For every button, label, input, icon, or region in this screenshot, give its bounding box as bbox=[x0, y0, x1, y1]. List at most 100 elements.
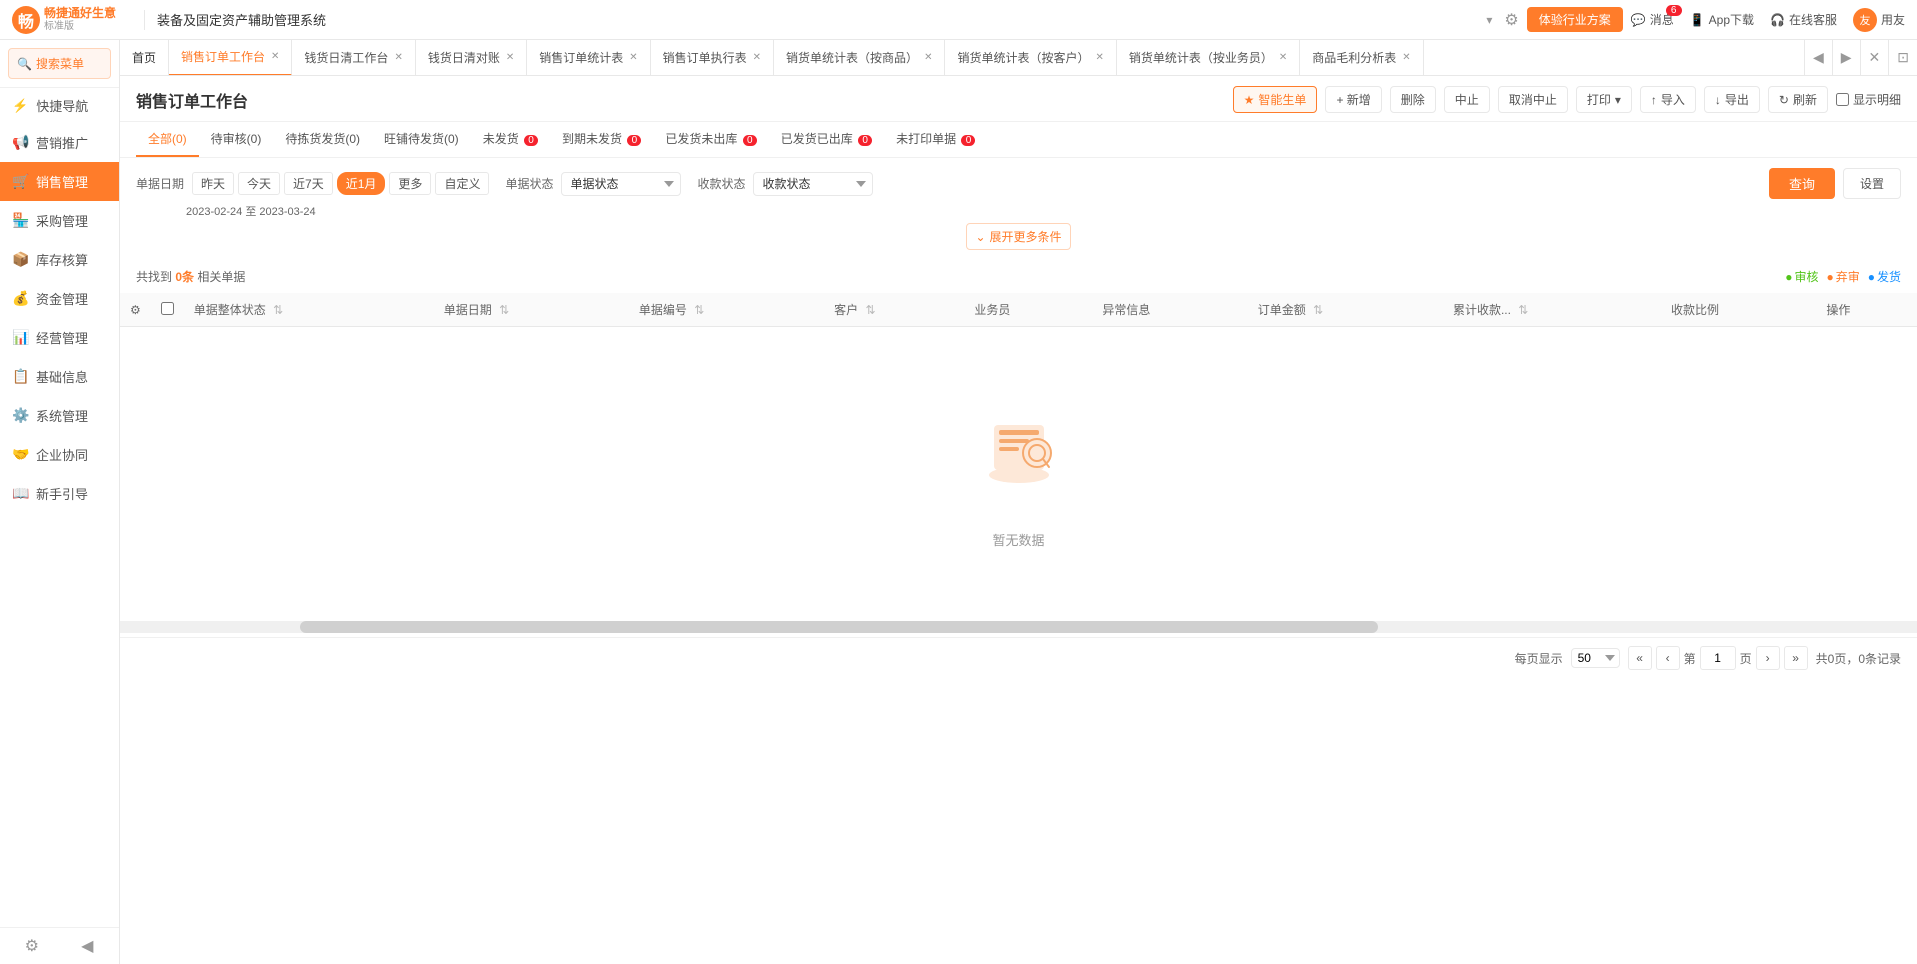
expand-filter-button[interactable]: ⌄ 展开更多条件 bbox=[966, 223, 1070, 250]
tab-product-margin[interactable]: 商品毛利分析表 ✕ bbox=[1300, 40, 1423, 76]
online-support-btn[interactable]: 🎧 在线客服 bbox=[1770, 11, 1837, 28]
tab-sales-stats-close[interactable]: ✕ bbox=[629, 52, 637, 63]
user-btn[interactable]: 友 用友 bbox=[1853, 8, 1905, 32]
tab-sales-stats[interactable]: 销售订单统计表 ✕ bbox=[527, 40, 650, 76]
tab-summary-staff-close[interactable]: ✕ bbox=[1279, 52, 1287, 63]
scrollbar-thumb[interactable] bbox=[300, 621, 1378, 633]
sidebar-item-guide[interactable]: 📖 新手引导 bbox=[0, 474, 119, 513]
sort-amount-icon[interactable]: ⇅ bbox=[1313, 303, 1323, 317]
sidebar-item-marketing[interactable]: 📢 营销推广 bbox=[0, 123, 119, 162]
settings-button[interactable]: 设置 bbox=[1843, 168, 1901, 199]
not-shipped-badge: 0 bbox=[524, 135, 538, 146]
app-download-btn[interactable]: 📱 App下载 bbox=[1690, 11, 1754, 28]
quick-ship-btn[interactable]: ● 发货 bbox=[1868, 268, 1901, 285]
col-settings-icon[interactable]: ⚙ bbox=[130, 303, 141, 317]
sort-status-icon[interactable]: ⇅ bbox=[273, 303, 283, 317]
date-shortcut-7days[interactable]: 近7天 bbox=[284, 172, 333, 195]
tab-cash-reconcile[interactable]: 钱货日清对账 ✕ bbox=[416, 40, 527, 76]
sort-number-icon[interactable]: ⇅ bbox=[694, 303, 704, 317]
page-next-btn[interactable]: › bbox=[1756, 646, 1780, 670]
industry-solution-button[interactable]: 体验行业方案 bbox=[1527, 7, 1623, 32]
sub-tab-all[interactable]: 全部(0) bbox=[136, 122, 199, 157]
page-last-btn[interactable]: » bbox=[1784, 646, 1808, 670]
sub-tab-expired[interactable]: 到期未发货 0 bbox=[550, 122, 653, 157]
sidebar-item-sales[interactable]: 🛒 销售管理 bbox=[0, 162, 119, 201]
tab-sales-order-close[interactable]: ✕ bbox=[271, 51, 279, 62]
collapse-sidebar-button[interactable]: ◀ bbox=[64, 936, 112, 956]
record-count: 共找到 0条 相关单据 bbox=[136, 268, 245, 285]
sub-tab-shipped-out[interactable]: 已发货已出库 0 bbox=[769, 122, 884, 157]
sidebar-item-quick-nav[interactable]: ⚡ 快捷导航 bbox=[0, 88, 119, 123]
message-icon-btn[interactable]: 💬 消息 6 bbox=[1631, 11, 1674, 28]
table-quick-actions: ● 审核 ● 弃审 ● 发货 bbox=[1785, 268, 1901, 285]
sort-customer-icon[interactable]: ⇅ bbox=[865, 303, 875, 317]
tab-scroll-left-btn[interactable]: ◀ bbox=[1804, 40, 1832, 76]
tab-summary-staff[interactable]: 销货单统计表（按业务员） ✕ bbox=[1117, 40, 1300, 76]
sub-tab-not-printed[interactable]: 未打印单据 0 bbox=[884, 122, 987, 157]
date-shortcut-more[interactable]: 更多 bbox=[389, 172, 431, 195]
dropdown-arrow-icon[interactable]: ▾ bbox=[1486, 13, 1492, 27]
shipped-not-out-badge: 0 bbox=[743, 135, 757, 146]
tab-cash-daily-close[interactable]: ✕ bbox=[394, 52, 402, 63]
export-button[interactable]: ↓ 导出 bbox=[1704, 86, 1760, 113]
tab-sales-exec[interactable]: 销售订单执行表 ✕ bbox=[651, 40, 774, 76]
sidebar-item-finance[interactable]: 💰 资金管理 bbox=[0, 279, 119, 318]
stop-button[interactable]: 中止 bbox=[1444, 86, 1490, 113]
date-shortcut-custom[interactable]: 自定义 bbox=[435, 172, 489, 195]
sort-date-icon[interactable]: ⇅ bbox=[499, 303, 509, 317]
tab-cash-reconcile-close[interactable]: ✕ bbox=[506, 52, 514, 63]
quick-cancel-btn[interactable]: ● 弃审 bbox=[1826, 268, 1859, 285]
print-button[interactable]: 打印 ▾ bbox=[1576, 86, 1632, 113]
sub-tab-shipped-not-out[interactable]: 已发货未出库 0 bbox=[653, 122, 768, 157]
tab-summary-product[interactable]: 销货单统计表（按商品） ✕ bbox=[774, 40, 945, 76]
tab-cash-daily[interactable]: 钱货日清工作台 ✕ bbox=[292, 40, 415, 76]
tab-summary-customer[interactable]: 销货单统计表（按客户） ✕ bbox=[945, 40, 1116, 76]
date-shortcut-1month[interactable]: 近1月 bbox=[337, 172, 386, 195]
refresh-button[interactable]: ↻ 刷新 bbox=[1768, 86, 1828, 113]
quick-audit-btn[interactable]: ● 审核 bbox=[1785, 268, 1818, 285]
settings-bottom-button[interactable]: ⚙ bbox=[8, 936, 56, 956]
smart-create-button[interactable]: ★ 智能生单 bbox=[1233, 86, 1318, 113]
import-button[interactable]: ↑ 导入 bbox=[1640, 86, 1696, 113]
sub-tab-not-shipped[interactable]: 未发货 0 bbox=[471, 122, 550, 157]
search-menu-button[interactable]: 🔍 搜索菜单 bbox=[8, 48, 111, 79]
tab-sales-order[interactable]: 销售订单工作台 ✕ bbox=[169, 40, 292, 76]
settings-icon[interactable]: ⚙ bbox=[1504, 10, 1518, 30]
date-shortcut-yesterday[interactable]: 昨天 bbox=[192, 172, 234, 195]
select-all-checkbox[interactable] bbox=[161, 302, 174, 315]
sub-tab-pending-receive[interactable]: 待拣货发货(0) bbox=[273, 122, 372, 157]
tab-scroll-right-btn[interactable]: ▶ bbox=[1832, 40, 1860, 76]
show-detail-checkbox[interactable] bbox=[1836, 93, 1849, 106]
page-number-input[interactable] bbox=[1700, 646, 1736, 670]
sub-tab-wangpu[interactable]: 旺铺待发货(0) bbox=[372, 122, 471, 157]
sidebar-item-basic-info[interactable]: 📋 基础信息 bbox=[0, 357, 119, 396]
per-page-select[interactable]: 50 100 bbox=[1571, 648, 1620, 668]
tab-summary-product-close[interactable]: ✕ bbox=[924, 52, 932, 63]
horizontal-scrollbar[interactable] bbox=[120, 621, 1917, 633]
delete-button[interactable]: 删除 bbox=[1390, 86, 1436, 113]
tab-close-all-btn[interactable]: ✕ bbox=[1860, 40, 1889, 76]
page-prev-btn[interactable]: ‹ bbox=[1656, 646, 1680, 670]
page-first-btn[interactable]: « bbox=[1628, 646, 1652, 670]
tab-menu-btn[interactable]: ⊡ bbox=[1888, 40, 1917, 76]
tab-summary-customer-close[interactable]: ✕ bbox=[1095, 52, 1103, 63]
sort-collection-icon[interactable]: ⇅ bbox=[1518, 303, 1528, 317]
sidebar-item-system[interactable]: ⚙️ 系统管理 bbox=[0, 396, 119, 435]
sub-tab-pending-review[interactable]: 待审核(0) bbox=[199, 122, 274, 157]
expand-arrow-icon: ⌄ bbox=[975, 230, 985, 244]
sidebar-item-purchase[interactable]: 🏪 采购管理 bbox=[0, 201, 119, 240]
tab-sales-exec-close[interactable]: ✕ bbox=[753, 52, 761, 63]
query-button[interactable]: 查询 bbox=[1769, 168, 1835, 199]
tab-product-margin-close[interactable]: ✕ bbox=[1402, 52, 1410, 63]
sidebar-item-corp[interactable]: 🤝 企业协同 bbox=[0, 435, 119, 474]
tab-home[interactable]: 首页 bbox=[120, 40, 169, 76]
show-detail-checkbox-label[interactable]: 显示明细 bbox=[1836, 91, 1901, 108]
add-button[interactable]: + 新增 bbox=[1325, 86, 1381, 113]
collection-filter-select[interactable]: 收款状态 bbox=[753, 172, 873, 196]
sidebar-item-inventory[interactable]: 📦 库存核算 bbox=[0, 240, 119, 279]
col-date: 单据日期 ⇅ bbox=[434, 293, 629, 327]
cancel-stop-button[interactable]: 取消中止 bbox=[1498, 86, 1568, 113]
sidebar-item-operations[interactable]: 📊 经营管理 bbox=[0, 318, 119, 357]
status-filter-select[interactable]: 单据状态 bbox=[561, 172, 681, 196]
date-shortcut-today[interactable]: 今天 bbox=[238, 172, 280, 195]
